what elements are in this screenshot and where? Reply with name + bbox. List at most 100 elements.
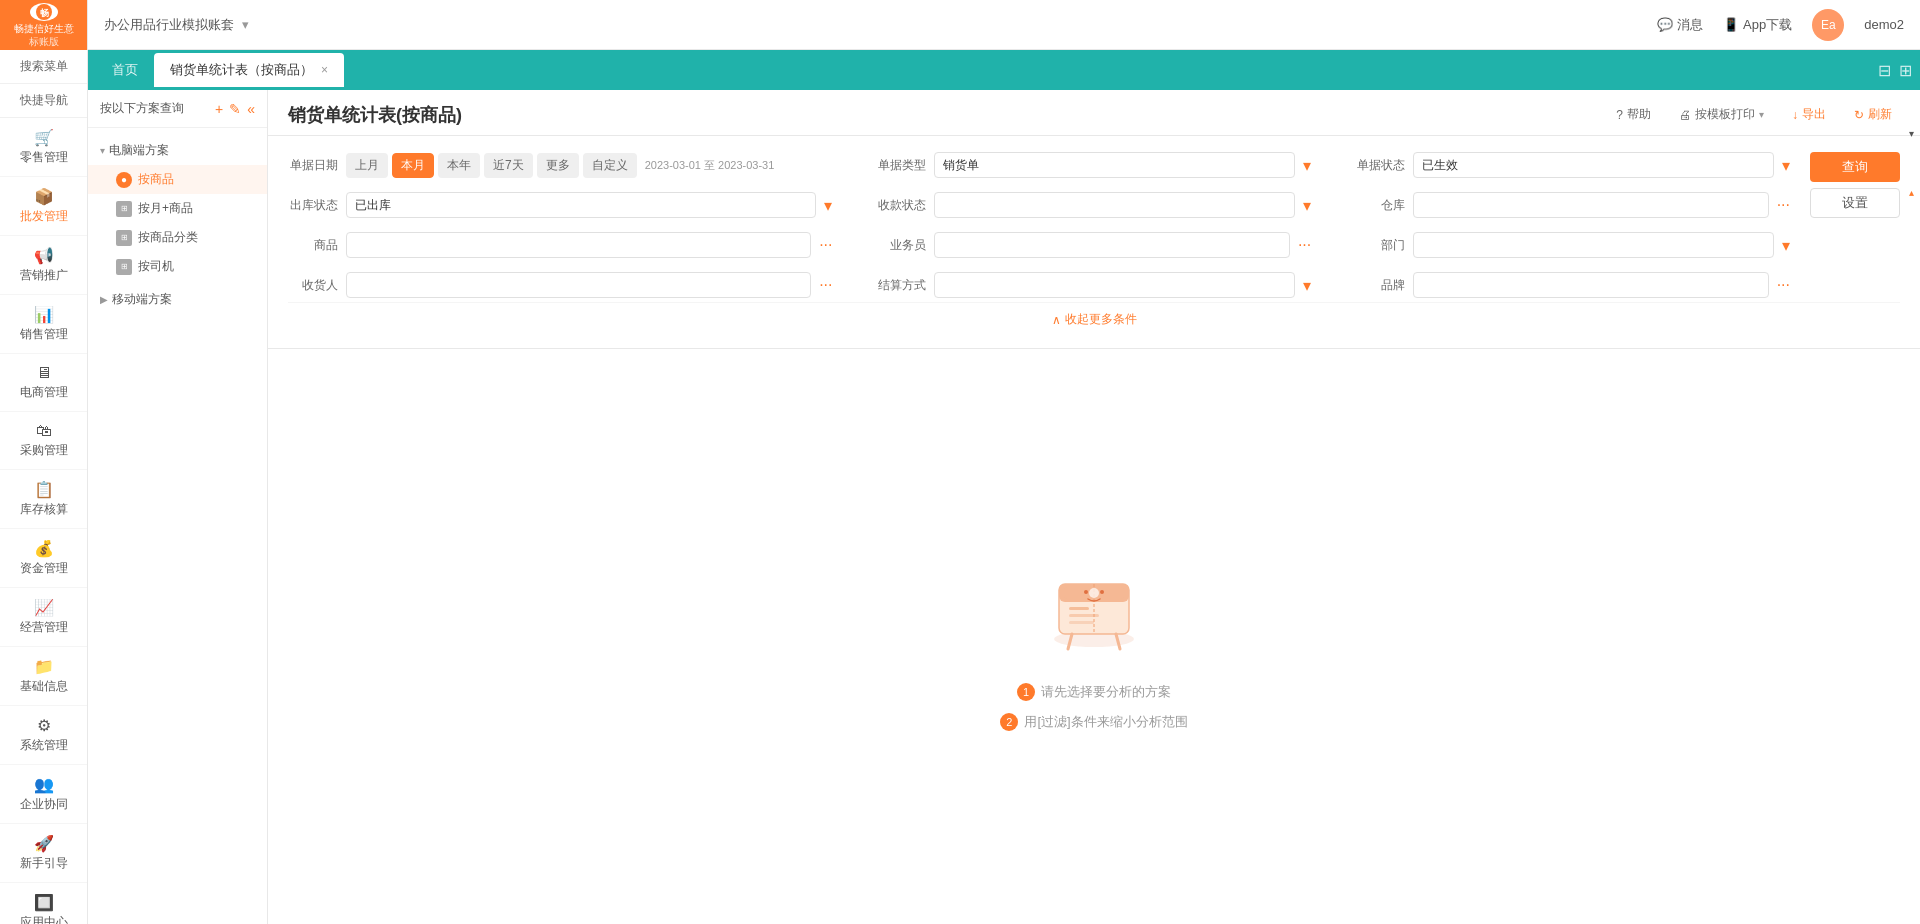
settle-input[interactable] bbox=[934, 272, 1295, 298]
refresh-btn[interactable]: ↻ 刷新 bbox=[1846, 102, 1900, 127]
tree-item-by-driver[interactable]: ⊞ 按司机 bbox=[88, 252, 267, 281]
tree-item-by-goods[interactable]: ● 按商品 bbox=[88, 165, 267, 194]
tree-group-mobile-header[interactable]: ▶ 移动端方案 bbox=[88, 285, 267, 314]
scheme-collapse-icon[interactable]: « bbox=[247, 101, 255, 117]
ecommerce-icon: 🖥 bbox=[36, 364, 52, 382]
svg-rect-9 bbox=[1069, 614, 1099, 617]
filter-item-date: 单据日期 上月 本月 本年 近7天 更多 自定义 bbox=[288, 153, 836, 178]
tab-maximize-icon[interactable]: ⊞ bbox=[1899, 61, 1912, 80]
sidebar-item-operations[interactable]: 📈 经营管理 bbox=[0, 588, 87, 647]
stockout-dropdown[interactable]: ▾ bbox=[820, 196, 836, 215]
settle-label: 结算方式 bbox=[876, 277, 926, 294]
warehouse-ellipsis[interactable]: ··· bbox=[1773, 196, 1794, 214]
brand-input[interactable] bbox=[1413, 272, 1768, 298]
sidebar-item-appstore[interactable]: 🔲 应用中心 bbox=[0, 883, 87, 924]
sidebar-item-finance[interactable]: 💰 资金管理 bbox=[0, 529, 87, 588]
help-btn[interactable]: ? 帮助 bbox=[1608, 102, 1659, 127]
tree-group-desktop-header[interactable]: ▾ 电脑端方案 bbox=[88, 136, 267, 165]
filter-item-dept: 部门 ▾ bbox=[1355, 232, 1794, 258]
tip1-num: 1 bbox=[1017, 683, 1035, 701]
sidebar-item-purchase[interactable]: 🛍 采购管理 bbox=[0, 412, 87, 470]
receiver-input[interactable] bbox=[346, 272, 811, 298]
brand-ellipsis[interactable]: ··· bbox=[1773, 276, 1794, 294]
filter-row-1: 单据日期 上月 本月 本年 近7天 更多 自定义 bbox=[288, 152, 1794, 178]
svg-point-14 bbox=[1100, 590, 1104, 594]
dept-input[interactable] bbox=[1413, 232, 1774, 258]
template-print-btn[interactable]: 🖨 按模板打印 ▾ bbox=[1671, 102, 1772, 127]
svg-point-7 bbox=[1089, 588, 1099, 598]
collapse-btn[interactable]: ∧ 收起更多条件 bbox=[288, 302, 1900, 332]
sidebar-item-inventory[interactable]: 📋 库存核算 bbox=[0, 470, 87, 529]
user-avatar[interactable]: Ea bbox=[1812, 9, 1844, 41]
goods-ellipsis[interactable]: ··· bbox=[815, 236, 836, 254]
date-btn-this-month[interactable]: 本月 bbox=[392, 153, 434, 178]
app-name: 畅捷信好生意 bbox=[14, 23, 74, 35]
filter-row-2: 出库状态 ▾ 收款状态 ▾ bbox=[288, 192, 1794, 218]
sidebar-item-system[interactable]: ⚙ 系统管理 bbox=[0, 706, 87, 765]
export-btn[interactable]: ↓ 导出 bbox=[1784, 102, 1834, 127]
tree-item-by-category[interactable]: ⊞ 按商品分类 bbox=[88, 223, 267, 252]
sidebar-item-wholesale[interactable]: 📦 批发管理 ▴ bbox=[0, 177, 87, 236]
sidebar-item-marketing[interactable]: 📢 营销推广 bbox=[0, 236, 87, 295]
sidebar-item-basic-info[interactable]: 📁 基础信息 bbox=[0, 647, 87, 706]
sales-icon: 📊 bbox=[34, 305, 54, 324]
retail-label: 零售管理 bbox=[20, 149, 68, 166]
tab-home[interactable]: 首页 bbox=[96, 53, 154, 87]
scheme-edit-icon[interactable]: ✎ bbox=[229, 101, 241, 117]
tree-item-category-label: 按商品分类 bbox=[138, 229, 198, 246]
date-btn-7days[interactable]: 近7天 bbox=[484, 153, 533, 178]
receiver-ellipsis[interactable]: ··· bbox=[815, 276, 836, 294]
date-btn-more[interactable]: 更多 bbox=[537, 153, 579, 178]
goods-input[interactable] bbox=[346, 232, 811, 258]
retail-icon: 🛒 bbox=[34, 128, 54, 147]
search-menu-item[interactable]: 搜索菜单 bbox=[0, 50, 87, 84]
staff-input[interactable] bbox=[934, 232, 1289, 258]
staff-ellipsis[interactable]: ··· bbox=[1294, 236, 1315, 254]
enterprise-icon: 👥 bbox=[34, 775, 54, 794]
filter-rows-container: 单据日期 上月 本月 本年 近7天 更多 自定义 bbox=[288, 152, 1794, 298]
scheme-add-icon[interactable]: + bbox=[215, 101, 223, 117]
sidebar-item-ecommerce[interactable]: 🖥 电商管理 bbox=[0, 354, 87, 412]
tree-group-mobile-arrow: ▶ bbox=[100, 294, 108, 305]
date-btn-last-month[interactable]: 上月 bbox=[346, 153, 388, 178]
quick-nav-item[interactable]: 快捷导航 bbox=[0, 84, 87, 118]
message-action[interactable]: 💬 消息 bbox=[1657, 16, 1703, 34]
appstore-icon: 🔲 bbox=[34, 893, 54, 912]
operations-icon: 📈 bbox=[34, 598, 54, 617]
date-btn-this-year[interactable]: 本年 bbox=[438, 153, 480, 178]
app-download-action[interactable]: 📱 App下载 bbox=[1723, 16, 1792, 34]
query-button[interactable]: 查询 bbox=[1810, 152, 1900, 182]
status-label: 单据状态 bbox=[1355, 157, 1405, 174]
tree-group-desktop: ▾ 电脑端方案 ● 按商品 ⊞ 按月+商品 ⊞ 按商品分类 bbox=[88, 136, 267, 281]
dept-dropdown[interactable]: ▾ bbox=[1778, 236, 1794, 255]
receipt-dropdown[interactable]: ▾ bbox=[1299, 196, 1315, 215]
sidebar-item-guide[interactable]: 🚀 新手引导 bbox=[0, 824, 87, 883]
status-dropdown[interactable]: ▾ bbox=[1778, 156, 1794, 175]
svg-point-13 bbox=[1084, 590, 1088, 594]
industry-dropdown-icon[interactable]: ▾ bbox=[242, 17, 249, 32]
main-area: 办公用品行业模拟账套 ▾ 💬 消息 📱 App下载 Ea demo2 首页 销货… bbox=[88, 0, 1920, 924]
sidebar-item-enterprise[interactable]: 👥 企业协同 bbox=[0, 765, 87, 824]
stockout-input[interactable] bbox=[346, 192, 816, 218]
filter-item-stockout: 出库状态 ▾ bbox=[288, 192, 836, 218]
tree-item-by-month-goods[interactable]: ⊞ 按月+商品 bbox=[88, 194, 267, 223]
type-ellipsis[interactable]: ▾ bbox=[1299, 156, 1315, 175]
settle-dropdown[interactable]: ▾ bbox=[1299, 276, 1315, 295]
type-input[interactable] bbox=[934, 152, 1295, 178]
tab-close-icon[interactable]: × bbox=[321, 64, 328, 76]
scheme-panel-actions: + ✎ « bbox=[215, 101, 255, 117]
sidebar-item-sales[interactable]: 📊 销售管理 bbox=[0, 295, 87, 354]
receipt-input[interactable] bbox=[934, 192, 1295, 218]
date-btn-custom[interactable]: 自定义 bbox=[583, 153, 637, 178]
tab-minimize-icon[interactable]: ⊟ bbox=[1878, 61, 1891, 80]
tab-active[interactable]: 销货单统计表（按商品） × bbox=[154, 53, 344, 87]
sidebar-item-retail[interactable]: 🛒 零售管理 ▾ bbox=[0, 118, 87, 177]
staff-control: ··· bbox=[934, 232, 1315, 258]
warehouse-input[interactable] bbox=[1413, 192, 1768, 218]
reset-button[interactable]: 设置 bbox=[1810, 188, 1900, 218]
tab-bar-actions: ⊟ ⊞ bbox=[1878, 61, 1912, 80]
status-input[interactable] bbox=[1413, 152, 1774, 178]
message-icon: 💬 bbox=[1657, 17, 1673, 32]
scheme-panel-header: 按以下方案查询 + ✎ « bbox=[88, 90, 267, 128]
guide-icon: 🚀 bbox=[34, 834, 54, 853]
